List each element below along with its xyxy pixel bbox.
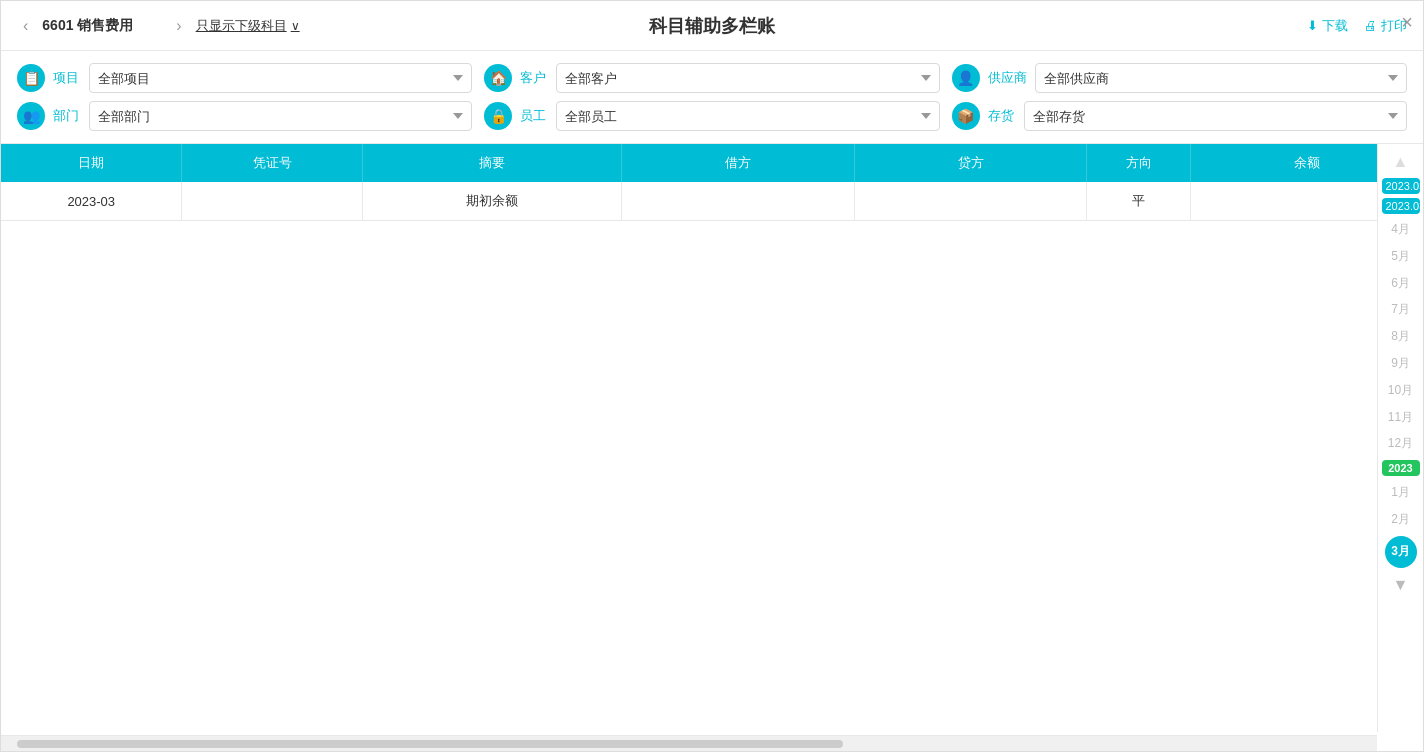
inventory-label: 存货 <box>988 107 1016 125</box>
col-header-summary: 摘要 <box>363 144 622 182</box>
filter-area: 📋 项目 全部项目 🏠 客户 全部客户 👤 供应商 全部供应商 <box>1 51 1423 144</box>
cell-date: 2023-03 <box>1 182 182 221</box>
project-icon: 📋 <box>17 64 45 92</box>
employee-select[interactable]: 全部员工 <box>556 101 939 131</box>
timeline-sidebar: ▲ 2023.03 2023.03 4月 5月 6月 7月 8月 9月 10月 … <box>1377 144 1423 732</box>
download-label: 下载 <box>1322 17 1348 35</box>
cell-credit <box>854 182 1087 221</box>
dept-select[interactable]: 全部部门 <box>89 101 472 131</box>
employee-label: 员工 <box>520 107 548 125</box>
supplier-icon: 👤 <box>952 64 980 92</box>
inventory-icon: 📦 <box>952 102 980 130</box>
col-header-direction: 方向 <box>1087 144 1190 182</box>
cell-direction: 平 <box>1087 182 1190 221</box>
print-icon: 🖨 <box>1364 18 1377 33</box>
filter-inventory: 📦 存货 全部存货 <box>952 101 1407 131</box>
project-label: 项目 <box>53 69 81 87</box>
customer-label: 客户 <box>520 69 548 87</box>
timeline-range-start[interactable]: 2023.03 <box>1382 178 1420 194</box>
filter-employee: 🔒 员工 全部员工 <box>484 101 939 131</box>
show-sub-arrow: ∨ <box>291 19 300 33</box>
show-sub-toggle[interactable]: 只显示下级科目 ∨ <box>196 17 300 35</box>
filter-row-1: 📋 项目 全部项目 🏠 客户 全部客户 👤 供应商 全部供应商 <box>17 63 1407 93</box>
supplier-select[interactable]: 全部供应商 <box>1035 63 1407 93</box>
inventory-select[interactable]: 全部存货 <box>1024 101 1407 131</box>
timeline-year-badge[interactable]: 2023 <box>1382 460 1420 476</box>
timeline-month-4[interactable]: 4月 <box>1378 216 1423 243</box>
timeline-nav-up[interactable]: ▲ <box>1387 148 1415 176</box>
employee-icon: 🔒 <box>484 102 512 130</box>
filter-customer: 🏠 客户 全部客户 <box>484 63 939 93</box>
table-row[interactable]: 2023-03 期初余额 平 <box>1 182 1423 221</box>
timeline-month-6[interactable]: 6月 <box>1378 270 1423 297</box>
timeline-current-month[interactable]: 3月 <box>1385 536 1417 568</box>
col-header-date: 日期 <box>1 144 182 182</box>
timeline-month-7[interactable]: 7月 <box>1378 296 1423 323</box>
cell-debit <box>621 182 854 221</box>
filter-row-2: 👥 部门 全部部门 🔒 员工 全部员工 📦 存货 全部存货 <box>17 101 1407 131</box>
timeline-month-8[interactable]: 8月 <box>1378 323 1423 350</box>
timeline-nav-down[interactable]: ▼ <box>1387 571 1415 599</box>
title-right: ⬇ 下载 🖨 打印 <box>1307 17 1407 35</box>
page-title: 科目辅助多栏账 <box>649 14 775 38</box>
main-window: × ‹ 6601 销售费用 › 只显示下级科目 ∨ 科目辅助多栏账 ⬇ 下载 🖨… <box>0 0 1424 752</box>
timeline-month-2[interactable]: 2月 <box>1378 506 1423 533</box>
customer-icon: 🏠 <box>484 64 512 92</box>
timeline-month-1[interactable]: 1月 <box>1378 479 1423 506</box>
dept-icon: 👥 <box>17 102 45 130</box>
timeline-month-9[interactable]: 9月 <box>1378 350 1423 377</box>
close-button[interactable]: × <box>1401 11 1413 34</box>
timeline-range-end[interactable]: 2023.03 <box>1382 198 1420 214</box>
filter-supplier: 👤 供应商 全部供应商 <box>952 63 1407 93</box>
timeline-month-5[interactable]: 5月 <box>1378 243 1423 270</box>
title-left: ‹ 6601 销售费用 › 只显示下级科目 ∨ <box>17 13 300 39</box>
cell-summary: 期初余额 <box>363 182 622 221</box>
cell-voucher <box>182 182 363 221</box>
timeline-month-12[interactable]: 12月 <box>1378 430 1423 457</box>
download-icon: ⬇ <box>1307 18 1318 33</box>
timeline-month-11[interactable]: 11月 <box>1378 404 1423 431</box>
account-code: 6601 销售费用 <box>42 17 162 35</box>
table-container: 日期 凭证号 摘要 借方 贷方 方向 余额 2023-03 期初余额 <box>1 144 1423 732</box>
show-sub-label: 只显示下级科目 <box>196 17 287 35</box>
supplier-label: 供应商 <box>988 69 1027 87</box>
timeline-month-10[interactable]: 10月 <box>1378 377 1423 404</box>
download-button[interactable]: ⬇ 下载 <box>1307 17 1348 35</box>
data-table: 日期 凭证号 摘要 借方 贷方 方向 余额 2023-03 期初余额 <box>1 144 1423 221</box>
title-bar: ‹ 6601 销售费用 › 只显示下级科目 ∨ 科目辅助多栏账 ⬇ 下载 🖨 打… <box>1 1 1423 51</box>
scroll-bar[interactable] <box>17 740 843 748</box>
col-header-voucher: 凭证号 <box>182 144 363 182</box>
filter-project: 📋 项目 全部项目 <box>17 63 472 93</box>
scroll-area[interactable] <box>1 735 1377 751</box>
table-header-row: 日期 凭证号 摘要 借方 贷方 方向 余额 <box>1 144 1423 182</box>
dept-label: 部门 <box>53 107 81 125</box>
col-header-credit: 贷方 <box>854 144 1087 182</box>
nav-next-button[interactable]: › <box>170 13 187 39</box>
nav-prev-button[interactable]: ‹ <box>17 13 34 39</box>
project-select[interactable]: 全部项目 <box>89 63 472 93</box>
col-header-debit: 借方 <box>621 144 854 182</box>
filter-dept: 👥 部门 全部部门 <box>17 101 472 131</box>
customer-select[interactable]: 全部客户 <box>556 63 939 93</box>
